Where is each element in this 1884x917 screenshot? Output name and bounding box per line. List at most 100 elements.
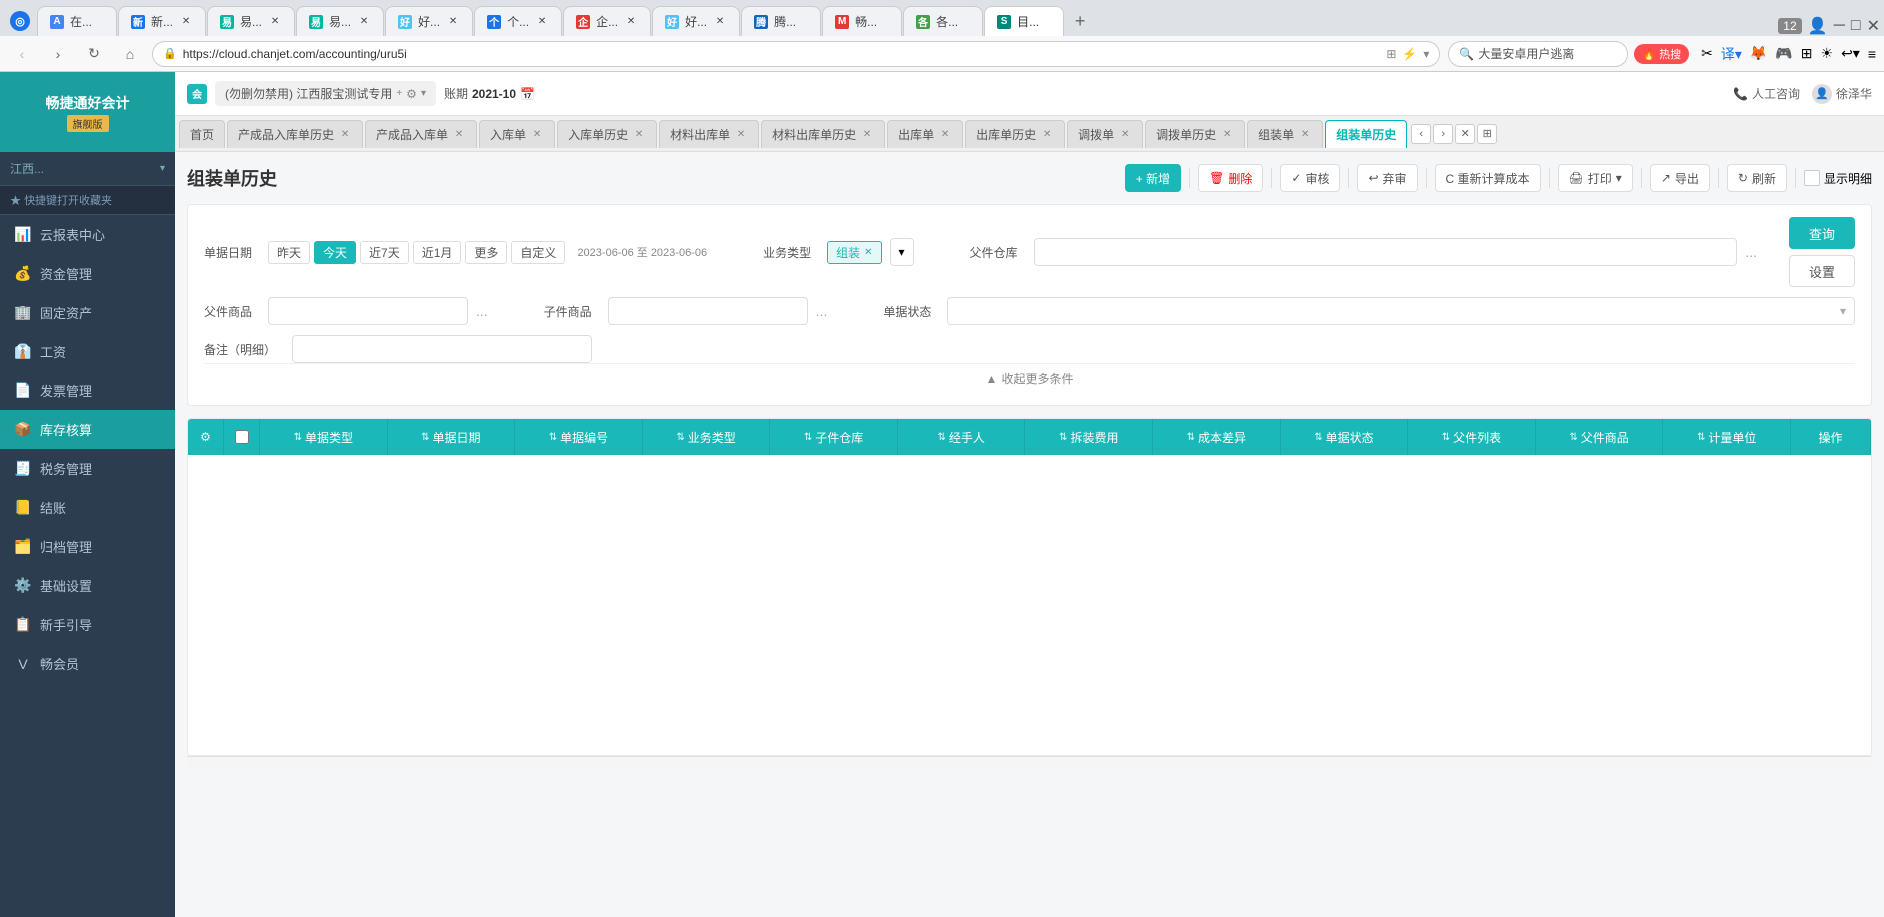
export-btn[interactable]: ↗ 导出 <box>1650 164 1710 192</box>
browser-tab-t6[interactable]: 个 个... ✕ <box>474 6 562 36</box>
sidebar-item-固定资产[interactable]: 🏢 固定资产 <box>0 293 175 332</box>
hot-search-btn[interactable]: 🔥 热搜 <box>1634 44 1689 64</box>
tab-close-btn[interactable]: ✕ <box>446 15 460 29</box>
tab-close-btn[interactable]: ✕ <box>535 15 549 29</box>
page-tab-3[interactable]: 入库单 ✕ <box>479 120 555 148</box>
page-tab-close-1[interactable]: ✕ <box>338 127 352 141</box>
new-tab-btn[interactable]: + <box>1065 6 1095 36</box>
page-tab-close-4[interactable]: ✕ <box>632 127 646 141</box>
sidebar-item-库存核算[interactable]: 📦 库存核算 <box>0 410 175 449</box>
tab-scroll-left-btn[interactable]: ‹ <box>1411 124 1431 144</box>
remark-input[interactable] <box>292 335 592 363</box>
page-tab-close-8[interactable]: ✕ <box>1040 127 1054 141</box>
bill-status-select[interactable]: ▾ <box>947 297 1855 325</box>
refresh-btn[interactable]: ↻ <box>80 40 108 68</box>
show-detail-toggle[interactable]: 显示明细 <box>1804 170 1872 187</box>
url-bar[interactable]: 🔒 https://cloud.chanjet.com/accounting/u… <box>152 41 1440 67</box>
date-btn-today[interactable]: 今天 <box>314 241 356 264</box>
page-tab-6[interactable]: 材料出库单历史 ✕ <box>761 120 885 148</box>
date-btn-7days[interactable]: 近7天 <box>360 241 409 264</box>
page-tab-close-5[interactable]: ✕ <box>734 127 748 141</box>
sidebar-item-畅会员[interactable]: V 畅会员 <box>0 644 175 683</box>
close-btn[interactable]: ✕ <box>1867 16 1880 36</box>
th-checkbox[interactable] <box>224 419 260 455</box>
sidebar-item-归档管理[interactable]: 🗂️ 归档管理 <box>0 527 175 566</box>
browser-tab-t1[interactable]: A 在... <box>37 6 117 36</box>
sidebar-company[interactable]: 江西... ▾ <box>0 152 175 186</box>
scissors-icon[interactable]: ✂ <box>1701 45 1713 62</box>
th-col-11[interactable]: ⇅ 计量单位 <box>1663 419 1791 455</box>
query-btn[interactable]: 查询 <box>1789 217 1855 249</box>
th-col-5[interactable]: ⇅ 经手人 <box>898 419 1026 455</box>
sidebar-item-新手引导[interactable]: 📋 新手引导 <box>0 605 175 644</box>
date-btn-more[interactable]: 更多 <box>465 241 507 264</box>
child-item-more-btn[interactable]: ... <box>816 303 828 319</box>
browser-tab-t5[interactable]: 好 好... ✕ <box>385 6 473 36</box>
tab-close-btn[interactable]: ✕ <box>357 15 371 29</box>
emoji-icon[interactable]: 🦊 <box>1750 45 1767 62</box>
th-col-8[interactable]: ⇅ 单据状态 <box>1281 419 1409 455</box>
boost-icon[interactable]: ⚡ <box>1402 47 1417 61</box>
th-col-3[interactable]: ⇅ 业务类型 <box>643 419 771 455</box>
date-btn-yesterday[interactable]: 昨天 <box>268 241 310 264</box>
add-btn[interactable]: + 新增 <box>1125 164 1181 192</box>
back-btn[interactable]: ‹ <box>8 40 36 68</box>
sidebar-item-资金管理[interactable]: 💰 资金管理 <box>0 254 175 293</box>
page-tab-2[interactable]: 产成品入库单 ✕ <box>365 120 477 148</box>
tab-more-btn[interactable]: ⊞ <box>1477 124 1497 144</box>
th-col-4[interactable]: ⇅ 子件仓库 <box>770 419 898 455</box>
delete-btn[interactable]: 🗑 删除 <box>1198 164 1263 192</box>
th-settings[interactable]: ⚙ <box>188 419 224 455</box>
th-col-0[interactable]: ⇅ 单据类型 <box>260 419 388 455</box>
settings-btn[interactable]: 设置 <box>1789 255 1855 287</box>
print-btn[interactable]: 🖨 打印 ▾ <box>1558 164 1633 192</box>
sidebar-favorites[interactable]: ★ 快捷键打开收藏夹 <box>0 186 175 215</box>
browser-tab-t12[interactable]: S 目... <box>984 6 1064 36</box>
tab-close-btn[interactable]: ✕ <box>179 15 193 29</box>
profile-icon[interactable]: 👤 <box>1808 16 1828 36</box>
page-tab-close-2[interactable]: ✕ <box>452 127 466 141</box>
page-tab-5[interactable]: 材料出库单 ✕ <box>659 120 759 148</box>
sidebar-item-发票管理[interactable]: 📄 发票管理 <box>0 371 175 410</box>
sidebar-item-结账[interactable]: 📒 结账 <box>0 488 175 527</box>
abandon-btn[interactable]: ↩ 弃审 <box>1357 164 1417 192</box>
service-btn[interactable]: 📞 人工咨询 <box>1733 85 1800 102</box>
page-tab-7[interactable]: 出库单 ✕ <box>887 120 963 148</box>
scrollbar-hint[interactable] <box>187 756 1872 768</box>
parent-warehouse-input[interactable] <box>1034 238 1738 266</box>
date-btn-custom[interactable]: 自定义 <box>511 241 565 264</box>
th-col-10[interactable]: ⇅ 父件商品 <box>1536 419 1664 455</box>
th-col-9[interactable]: ⇅ 父件列表 <box>1408 419 1536 455</box>
page-tab-close-3[interactable]: ✕ <box>530 127 544 141</box>
biz-type-tag-close[interactable]: ✕ <box>864 247 872 258</box>
child-item-input[interactable] <box>608 297 808 325</box>
sidebar-item-税务管理[interactable]: 🧾 税务管理 <box>0 449 175 488</box>
biz-type-dropdown[interactable]: ▾ <box>890 238 914 266</box>
page-tab-close-7[interactable]: ✕ <box>938 127 952 141</box>
browser-tab-t4[interactable]: 易 易... ✕ <box>296 6 384 36</box>
tab-close-btn[interactable]: ✕ <box>268 15 282 29</box>
calendar-icon[interactable]: 📅 <box>520 87 535 101</box>
th-col-7[interactable]: ⇅ 成本差异 <box>1153 419 1281 455</box>
menu-icon[interactable]: ≡ <box>1868 46 1876 62</box>
translate-icon[interactable]: 译▾ <box>1721 44 1742 64</box>
recalculate-btn[interactable]: C 重新计算成本 <box>1435 164 1541 192</box>
search-bar[interactable]: 🔍 大量安卓用户逃离 <box>1448 41 1628 67</box>
url-dropdown-icon[interactable]: ▾ <box>1423 47 1429 61</box>
header-company[interactable]: (勿删勿禁用) 江西服宝测试专用 + ⚙ ▾ <box>215 81 436 106</box>
forward-btn[interactable]: › <box>44 40 72 68</box>
minimize-btn[interactable]: ─ <box>1834 17 1845 35</box>
user-btn[interactable]: 👤 徐泽华 <box>1812 84 1872 104</box>
sidebar-item-基础设置[interactable]: ⚙️ 基础设置 <box>0 566 175 605</box>
parent-warehouse-more-btn[interactable]: ... <box>1745 244 1757 260</box>
page-tab-12[interactable]: 组装单历史 <box>1325 120 1407 148</box>
tab-close-btn[interactable]: ✕ <box>624 15 638 29</box>
url-qr-icon[interactable]: ⊞ <box>1386 47 1396 61</box>
date-btn-1month[interactable]: 近1月 <box>413 241 462 264</box>
game-icon[interactable]: 🎮 <box>1775 45 1792 62</box>
grid-icon[interactable]: ⊞ <box>1801 45 1813 62</box>
page-tab-4[interactable]: 入库单历史 ✕ <box>557 120 657 148</box>
parent-item-input[interactable] <box>268 297 468 325</box>
page-tab-close-11[interactable]: ✕ <box>1298 127 1312 141</box>
page-tab-9[interactable]: 调拨单 ✕ <box>1067 120 1143 148</box>
